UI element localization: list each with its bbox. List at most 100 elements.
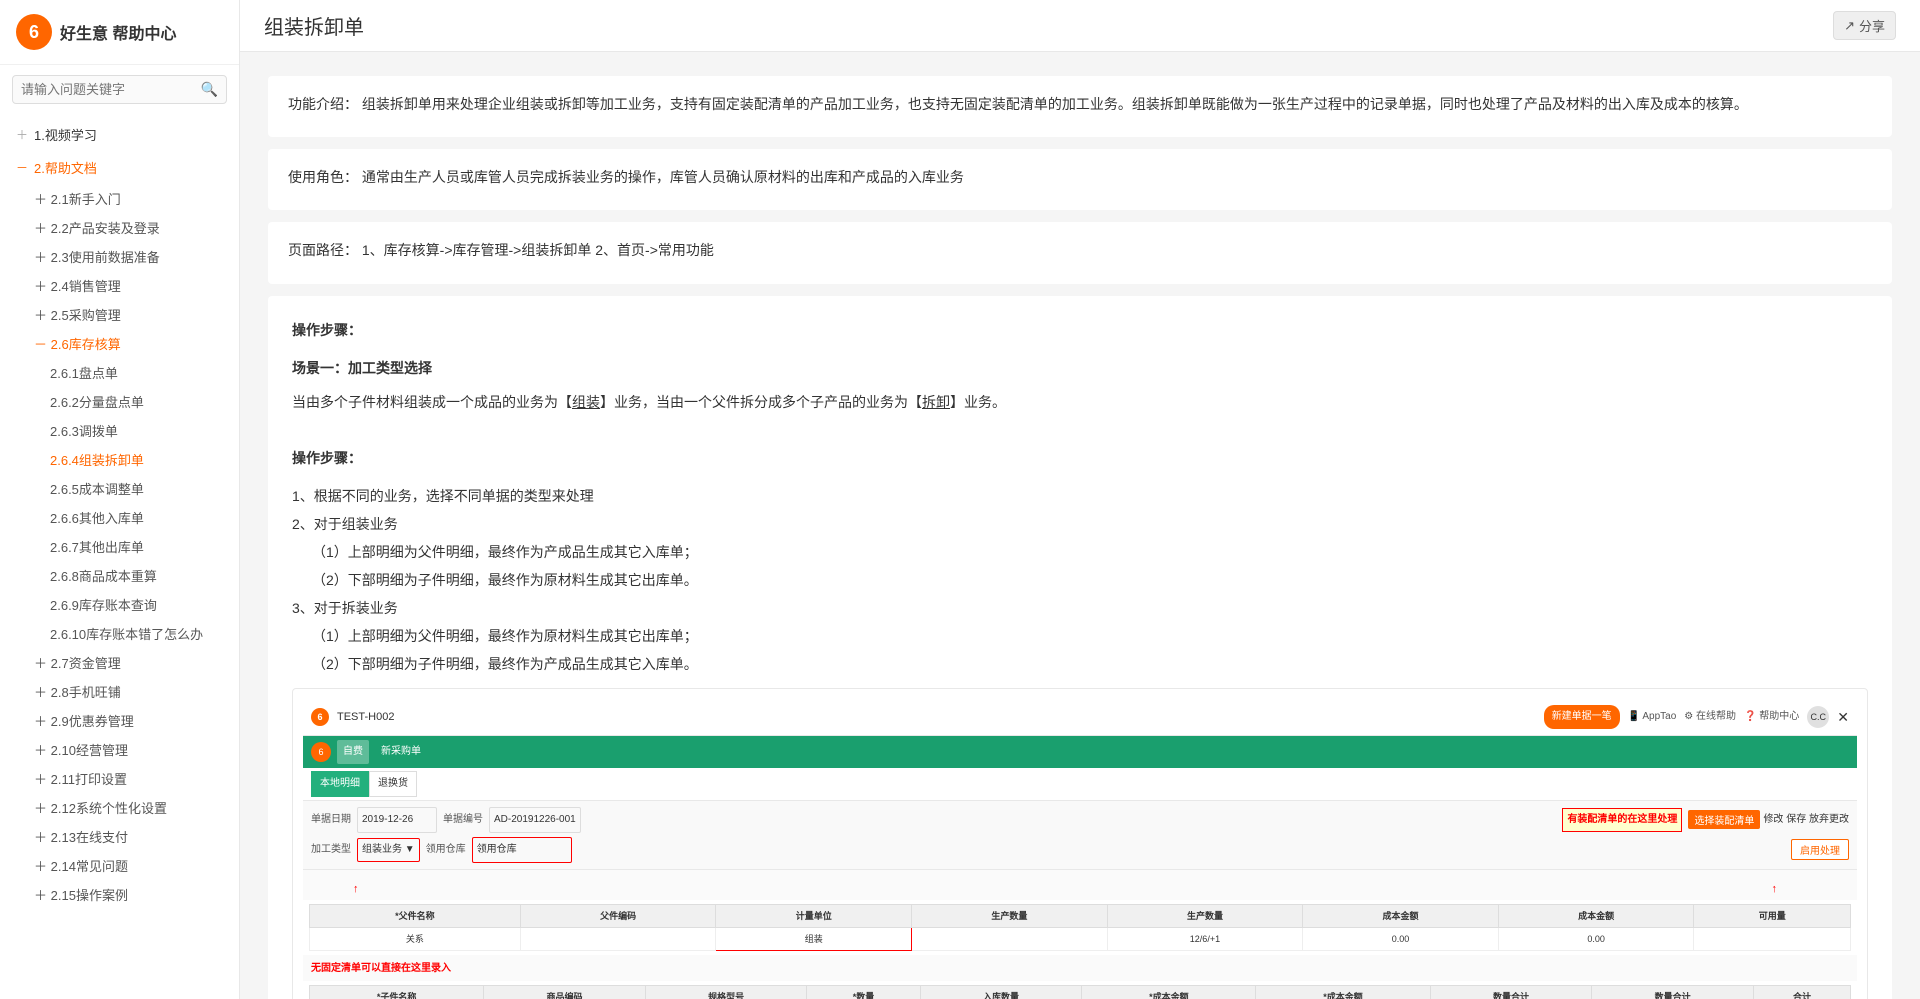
sidebar-item-prepare[interactable]: ＋ 2.3使用前数据准备 (0, 242, 239, 271)
col-parent-code: 父件编码 (520, 904, 716, 927)
sidebar-item-ops[interactable]: ＋ 2.10经营管理 (0, 735, 239, 764)
bottom-annotation-area: 无固定清单可以直接在这里录入 (303, 955, 1857, 981)
mock-tab-zifei[interactable]: 自费 (337, 740, 369, 764)
step2-sub2: （2）下部明细为子件明细，最终作为原材料生成其它出库单。 (292, 566, 1868, 594)
mock-warehouse-label: 领用仓库 (426, 840, 466, 860)
search-icon[interactable]: 🔍 (201, 81, 218, 98)
nav-section: ＋ 1.视频学习 － 2.帮助文档 ＋ 2.1新手入门 ＋ 2.2产品安装及登录… (0, 114, 239, 913)
bcol-cost1: *成本金额 (1082, 985, 1256, 999)
sidebar-item-other-in[interactable]: 2.6.6其他入库单 (0, 503, 239, 532)
expand-icon-print: ＋ (34, 772, 47, 787)
expand-icon-prepare: ＋ (34, 250, 47, 265)
annotation-manual-entry: 无固定清单可以直接在这里录入 (311, 963, 451, 974)
mock-form-row1: 单据日期 2019-12-26 单据编号 AD-20191226-001 有装配… (311, 807, 1849, 833)
mock-process-btn[interactable]: 启用处理 (1791, 839, 1849, 860)
sidebar-item-cost-recalc[interactable]: 2.6.8商品成本重算 (0, 561, 239, 590)
sidebar-item-install[interactable]: ＋ 2.2产品安装及登录 (0, 213, 239, 242)
expand-icon-cases: ＋ (34, 888, 47, 903)
arrow-process: ↑ (1772, 878, 1778, 900)
cell-code (520, 927, 716, 950)
expand-icon-beginner: ＋ (34, 192, 47, 207)
feature-intro-label: 功能介绍： (288, 96, 358, 112)
sidebar-item-video[interactable]: ＋ 1.视频学习 (0, 118, 239, 151)
sidebar: 6 好生意 帮助中心 🔍 ＋ 1.视频学习 － 2.帮助文档 ＋ 2.1新手入门… (0, 0, 240, 999)
share-button[interactable]: ↗ 分享 (1833, 11, 1896, 40)
col-qty1: 生产数量 (912, 904, 1108, 927)
bcol-code: 商品编码 (484, 985, 646, 999)
mock-warehouse-field[interactable]: 领用仓库 (472, 837, 572, 863)
mock-appbar: 6 TEST-H002 新建单据一笔 📱 AppTao ⚙ 在线帮助 ❓ 帮助中… (303, 699, 1857, 736)
mock-new-btn[interactable]: 新建单据一笔 (1544, 705, 1620, 729)
mock-tab-local[interactable]: 本地明细 (311, 771, 369, 797)
bcol-status: 数量合计 (1592, 985, 1754, 999)
mock-code-field: AD-20191226-001 (489, 807, 581, 833)
step3-sub2: （2）下部明细为子件明细，最终作为产成品生成其它入库单。 (292, 650, 1868, 678)
sidebar-item-docs[interactable]: － 2.帮助文档 (0, 151, 239, 184)
sidebar-item-cases[interactable]: ＋ 2.15操作案例 (0, 880, 239, 909)
sidebar-item-stock-error[interactable]: 2.6.10库存账本错了怎么办 (0, 619, 239, 648)
sidebar-item-finance[interactable]: ＋ 2.7资金管理 (0, 648, 239, 677)
cell-qty-detail: 12/6/+1 (1107, 927, 1303, 950)
mock-help-label: ⚙ 在线帮助 (1684, 707, 1736, 727)
expand-icon-finance: ＋ (34, 656, 47, 671)
sidebar-item-purchase[interactable]: ＋ 2.5采购管理 (0, 300, 239, 329)
logo-icon: 6 (16, 14, 52, 50)
sidebar-item-customize[interactable]: ＋ 2.12系统个性化设置 (0, 793, 239, 822)
sidebar-item-mobile[interactable]: ＋ 2.8手机旺铺 (0, 677, 239, 706)
step3: 3、对于拆装业务 (292, 594, 1868, 622)
operations-block: 操作步骤： 场景一：加工类型选择 当由多个子件材料组装成一个成品的业务为【组装】… (268, 296, 1892, 999)
sidebar-item-sales[interactable]: ＋ 2.4销售管理 (0, 271, 239, 300)
sidebar-item-stocktake[interactable]: 2.6.1盘点单 (0, 358, 239, 387)
minus-icon: － (16, 159, 28, 176)
bcol-name: *子件名称 (310, 985, 484, 999)
mock-code-label: 单据编号 (443, 810, 483, 830)
mock-user-avatar: C.C (1807, 706, 1829, 728)
sidebar-item-stock[interactable]: － 2.6库存核算 (0, 329, 239, 358)
col-parent-name: *父件名称 (310, 904, 521, 927)
cell-cost-a: 0.00 (1303, 927, 1499, 950)
mock-select-bom-btn[interactable]: 选择装配清单 (1688, 810, 1760, 829)
path-label: 页面路径： (288, 242, 358, 258)
mock-bottom-table: *子件名称 商品编码 规格型号 *数量 入库数量 *成本金额 *成本金额 数量合… (309, 985, 1851, 999)
expand-icon-mobile: ＋ (34, 685, 47, 700)
mock-company: TEST-H002 (337, 706, 394, 728)
sidebar-item-online-pay[interactable]: ＋ 2.13在线支付 (0, 822, 239, 851)
path-text: 1、库存核算->库存管理->组装拆卸单 2、首页->常用功能 (362, 242, 714, 258)
sidebar-item-other-out[interactable]: 2.6.7其他出库单 (0, 532, 239, 561)
cell-relation: 关系 (310, 927, 521, 950)
arrow-type: ↑ (353, 878, 359, 900)
mock-tab-purchase[interactable]: 新采购单 (375, 740, 427, 764)
bcol-spec: 规格型号 (645, 985, 807, 999)
mock-tab-refund[interactable]: 退换货 (369, 771, 417, 797)
share-icon: ↗ (1844, 18, 1855, 34)
search-input[interactable] (21, 82, 201, 97)
sidebar-item-print[interactable]: ＋ 2.11打印设置 (0, 764, 239, 793)
sidebar-item-partial[interactable]: 2.6.2分量盘点单 (0, 387, 239, 416)
expand-icon-install: ＋ (34, 221, 47, 236)
logo-area: 6 好生意 帮助中心 (0, 0, 239, 65)
sidebar-item-faq[interactable]: ＋ 2.14常见问题 (0, 851, 239, 880)
expand-icon-customize: ＋ (34, 801, 47, 816)
col-avail: 可用量 (1694, 904, 1851, 927)
search-box[interactable]: 🔍 (12, 75, 227, 104)
mock-help-center: ❓ 帮助中心 (1744, 707, 1799, 727)
sidebar-item-coupon[interactable]: ＋ 2.9优惠券管理 (0, 706, 239, 735)
step2: 2、对于组装业务 (292, 510, 1868, 538)
sidebar-item-beginner[interactable]: ＋ 2.1新手入门 (0, 184, 239, 213)
bcol-total: 数量合计 (1430, 985, 1592, 999)
role-label: 使用角色： (288, 169, 358, 185)
col-cost1: 成本金额 (1303, 904, 1499, 927)
mock-date-field: 2019-12-26 (357, 807, 437, 833)
sidebar-item-adjust[interactable]: 2.6.3调拨单 (0, 416, 239, 445)
step2-sub1: （1）上部明细为父件明细，最终作为产成品生成其它入库单； (292, 538, 1868, 566)
col-cost2: 成本金额 (1498, 904, 1694, 927)
sidebar-item-cost[interactable]: 2.6.5成本调整单 (0, 474, 239, 503)
sidebar-item-assembly[interactable]: 2.6.4组装拆卸单 (0, 445, 239, 474)
mock-type-select[interactable]: 组装业务 ▼ (357, 838, 420, 862)
expand-icon-coupon: ＋ (34, 714, 47, 729)
bcol-cost2: *成本金额 (1256, 985, 1430, 999)
mock-close-icon[interactable]: ✕ (1837, 703, 1849, 731)
step1: 1、根据不同的业务，选择不同单据的类型来处理 (292, 482, 1868, 510)
screenshot-inner: 6 TEST-H002 新建单据一笔 📱 AppTao ⚙ 在线帮助 ❓ 帮助中… (303, 699, 1857, 999)
sidebar-item-stock-check[interactable]: 2.6.9库存账本查询 (0, 590, 239, 619)
